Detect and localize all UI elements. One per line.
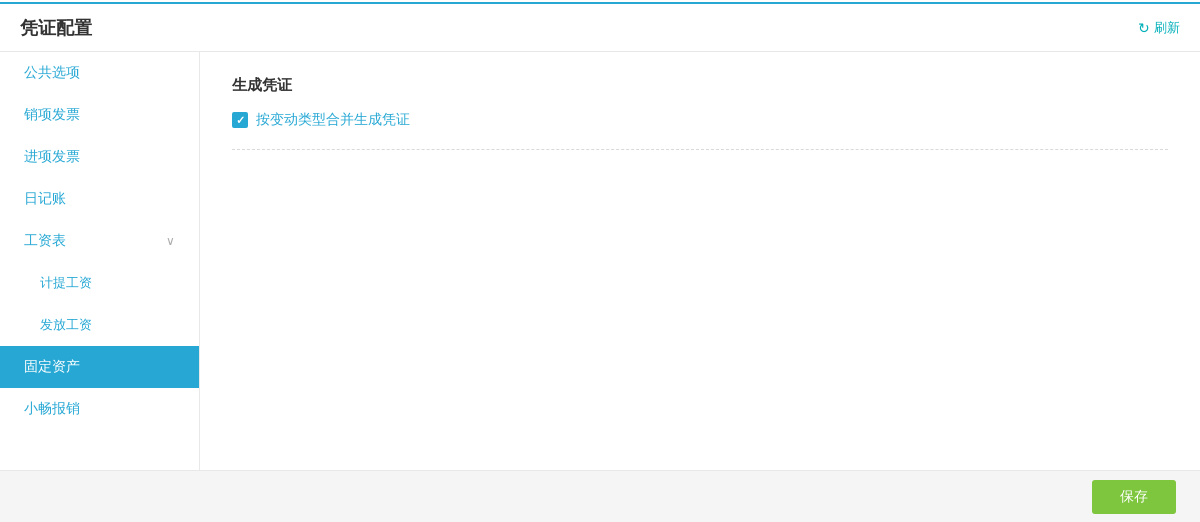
sidebar-item-fixed-assets[interactable]: 固定资产 [0,346,199,388]
main-layout: 公共选项销项发票进项发票日记账工资表 ∨ 计提工资发放工资固定资产小畅报销 生成凭证… [0,52,1200,470]
sidebar-item-payroll-accrue[interactable]: 计提工资 [0,262,199,304]
sidebar: 公共选项销项发票进项发票日记账工资表 ∨ 计提工资发放工资固定资产小畅报销 [0,52,200,470]
divider [232,149,1168,150]
sidebar-item-payroll-table[interactable]: 工资表 ∨ [0,220,199,262]
save-button[interactable]: 保存 [1092,480,1176,514]
page-header: 凭证配置 ↻ 刷新 [0,4,1200,52]
sidebar-item-label: 工资表 [24,232,66,250]
content-area: 生成凭证 按变动类型合并生成凭证 [200,52,1200,470]
sidebar-item-purchase-invoice[interactable]: 进项发票 [0,136,199,178]
sidebar-item-label: 发放工资 [40,316,92,334]
page-title: 凭证配置 [20,16,92,40]
merge-checkbox-label[interactable]: 按变动类型合并生成凭证 [256,111,410,129]
refresh-icon: ↻ [1138,20,1150,36]
section-title: 生成凭证 [232,76,1168,95]
checkbox-row: 按变动类型合并生成凭证 [232,111,1168,129]
refresh-button[interactable]: ↻ 刷新 [1138,19,1180,37]
sidebar-item-label: 计提工资 [40,274,92,292]
sidebar-item-label: 销项发票 [24,106,80,124]
sidebar-item-label: 小畅报销 [24,400,80,418]
chevron-down-icon: ∨ [166,234,175,248]
sidebar-item-label: 固定资产 [24,358,80,376]
sidebar-item-sales-invoice[interactable]: 销项发票 [0,94,199,136]
sidebar-item-label: 进项发票 [24,148,80,166]
sidebar-item-payroll-issue[interactable]: 发放工资 [0,304,199,346]
sidebar-item-label: 日记账 [24,190,66,208]
refresh-label: 刷新 [1154,19,1180,37]
sidebar-item-public-options[interactable]: 公共选项 [0,52,199,94]
footer: 保存 [0,470,1200,522]
sidebar-item-journal[interactable]: 日记账 [0,178,199,220]
sidebar-item-expense-report[interactable]: 小畅报销 [0,388,199,430]
sidebar-item-label: 公共选项 [24,64,80,82]
merge-checkbox[interactable] [232,112,248,128]
